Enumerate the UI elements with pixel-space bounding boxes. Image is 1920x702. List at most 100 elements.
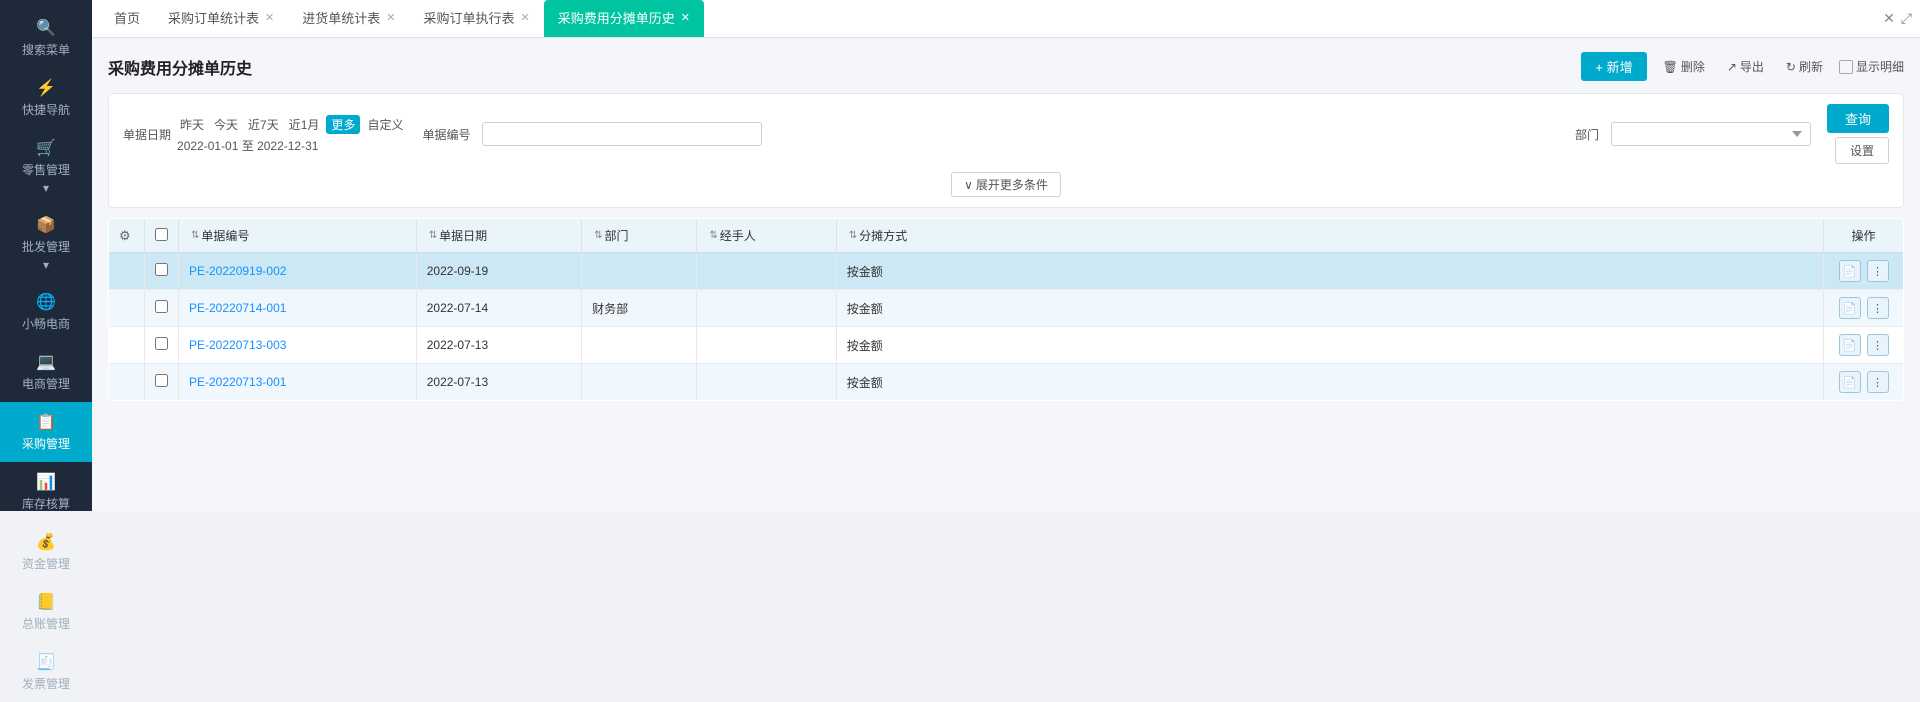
tab-close-purchase-exec[interactable]: ✕: [521, 11, 530, 24]
shortcut-1month[interactable]: 近1月: [286, 115, 323, 134]
th-split-method: ⇅ 分摊方式: [836, 219, 1823, 253]
th-doc-no-sort-icon: ⇅: [191, 230, 199, 241]
row-split-2: 按金额: [836, 290, 1823, 327]
filter-dept-field: 部门 财务部: [1575, 122, 1811, 146]
row-handler-3: [697, 327, 836, 364]
row-edit-2[interactable]: 📄: [1839, 297, 1861, 319]
sidebar-item-inventory[interactable]: 📊 库存核算: [0, 462, 92, 522]
tab-home[interactable]: 首页: [100, 0, 154, 37]
row-docno-link-1[interactable]: PE-20220919-002: [189, 264, 286, 278]
row-checkbox-cell: [145, 290, 179, 327]
filter-row: 单据日期 昨天 今天 近7天 近1月 更多 自定义 2022-01-01 至 2…: [123, 104, 1889, 164]
settings-button[interactable]: 设置: [1835, 137, 1889, 164]
shortcut-7days[interactable]: 近7天: [245, 115, 282, 134]
settings-gear-icon[interactable]: ⚙: [119, 228, 131, 243]
row-settings: [109, 253, 145, 290]
inventory-icon: 📊: [36, 472, 56, 492]
page-title: 采购费用分摊单历史: [108, 55, 252, 79]
th-handler: ⇅ 经手人: [697, 219, 836, 253]
delete-button[interactable]: 🗑 删除: [1657, 55, 1711, 78]
shortcut-yesterday[interactable]: 昨天: [177, 115, 207, 134]
select-all-checkbox[interactable]: [155, 228, 168, 241]
expand-more-button[interactable]: ∨ 展开更多条件: [951, 172, 1061, 197]
row-edit-3[interactable]: 📄: [1839, 334, 1861, 356]
row-more-2[interactable]: ⋮: [1867, 297, 1889, 319]
th-dept: ⇅ 部门: [582, 219, 697, 253]
row-docno-link-3[interactable]: PE-20220713-003: [189, 338, 286, 352]
retail-icon: 🛒: [36, 138, 56, 158]
row-edit-1[interactable]: 📄: [1839, 260, 1861, 282]
th-doc-date: ⇅ 单据日期: [416, 219, 581, 253]
row-ops-1: 📄 ⋮: [1824, 253, 1904, 290]
shortcut-more[interactable]: 更多: [326, 115, 360, 134]
filter-area: 单据日期 昨天 今天 近7天 近1月 更多 自定义 2022-01-01 至 2…: [108, 93, 1904, 208]
row-checkbox-cell: [145, 253, 179, 290]
date-label: 单据日期: [123, 126, 171, 143]
row-split-1: 按金额: [836, 253, 1823, 290]
shortcut-today[interactable]: 今天: [211, 115, 241, 134]
query-button[interactable]: 查询: [1827, 104, 1889, 133]
row-docno-3: PE-20220713-003: [179, 327, 417, 364]
table-row: PE-20220714-001 2022-07-14 财务部 按金额 📄 ⋮: [109, 290, 1904, 327]
row-checkbox-4[interactable]: [155, 374, 168, 387]
table-row: PE-20220713-001 2022-07-13 按金额 📄 ⋮: [109, 364, 1904, 401]
row-checkbox-3[interactable]: [155, 337, 168, 350]
row-checkbox-cell: [145, 327, 179, 364]
sidebar-item-invoice[interactable]: 🧾 发票管理: [0, 642, 92, 702]
sidebar-item-finance[interactable]: 💰 资金管理: [0, 522, 92, 582]
show-cols-checkbox[interactable]: [1839, 60, 1853, 74]
refresh-button[interactable]: ↻ 刷新: [1780, 55, 1829, 78]
th-doc-no: ⇅ 单据编号: [179, 219, 417, 253]
row-checkbox-1[interactable]: [155, 263, 168, 276]
tab-close-all[interactable]: ✕: [1883, 10, 1895, 27]
tab-expand[interactable]: ⤢: [1901, 10, 1912, 27]
tab-purchase-exec[interactable]: 采购订单执行表 ✕: [409, 0, 543, 37]
sidebar-item-quicknav[interactable]: ⚡ 快捷导航: [0, 68, 92, 128]
sidebar-item-ecom[interactable]: 💻 电商管理: [0, 342, 92, 402]
sidebar-item-retail[interactable]: 🛒 零售管理 ▾: [0, 128, 92, 205]
export-button[interactable]: ↗ 导出: [1721, 55, 1770, 78]
row-ops-4: 📄 ⋮: [1824, 364, 1904, 401]
docno-input[interactable]: [482, 122, 762, 146]
sidebar-item-search[interactable]: 🔍 搜索菜单: [0, 8, 92, 68]
row-date-4: 2022-07-13: [416, 364, 581, 401]
row-split-3: 按金额: [836, 327, 1823, 364]
tab-close-incoming-stat[interactable]: ✕: [386, 11, 395, 24]
row-checkbox-2[interactable]: [155, 300, 168, 313]
row-more-1[interactable]: ⋮: [1867, 260, 1889, 282]
th-dept-sort-icon: ⇅: [594, 230, 602, 241]
row-docno-link-4[interactable]: PE-20220713-001: [189, 375, 286, 389]
date-shortcuts: 昨天 今天 近7天 近1月 更多 自定义 2022-01-01 至 2022-1…: [177, 115, 406, 154]
th-ops: 操作: [1824, 219, 1904, 253]
page-content: 采购费用分摊单历史 + 新增 🗑 删除 ↗ 导出 ↻ 刷新 显示明细: [92, 38, 1920, 511]
filter-docno-field: 单据编号: [422, 122, 1559, 146]
export-icon: ↗: [1727, 60, 1737, 74]
sidebar-item-ledger[interactable]: 📒 总账管理: [0, 582, 92, 642]
tab-close-purchase-cost-history[interactable]: ✕: [681, 11, 690, 24]
add-button[interactable]: + 新增: [1581, 52, 1646, 81]
dept-select[interactable]: 财务部: [1611, 122, 1811, 146]
th-doc-date-sort-icon: ⇅: [429, 230, 437, 241]
sidebar-item-purchase[interactable]: 📋 采购管理: [0, 402, 92, 462]
row-more-3[interactable]: ⋮: [1867, 334, 1889, 356]
docno-label: 单据编号: [422, 126, 470, 143]
tab-close-purchase-order-stat[interactable]: ✕: [265, 11, 274, 24]
row-checkbox-cell: [145, 364, 179, 401]
tab-incoming-stat[interactable]: 进货单统计表 ✕: [288, 0, 409, 37]
row-docno-link-2[interactable]: PE-20220714-001: [189, 301, 286, 315]
row-edit-4[interactable]: 📄: [1839, 371, 1861, 393]
row-more-4[interactable]: ⋮: [1867, 371, 1889, 393]
th-handler-sort-icon: ⇅: [709, 230, 717, 241]
shortcut-custom[interactable]: 自定义: [364, 115, 406, 134]
row-split-4: 按金额: [836, 364, 1823, 401]
tab-purchase-order-stat[interactable]: 采购订单统计表 ✕: [154, 0, 288, 37]
table-row: PE-20220919-002 2022-09-19 按金额 📄 ⋮: [109, 253, 1904, 290]
row-docno-2: PE-20220714-001: [179, 290, 417, 327]
tab-purchase-cost-history[interactable]: 采购费用分摊单历史 ✕: [544, 0, 704, 37]
sidebar-item-wholesale[interactable]: 📦 批发管理 ▾: [0, 205, 92, 282]
row-handler-4: [697, 364, 836, 401]
sidebar-item-ecom-small[interactable]: 🌐 小畅电商: [0, 282, 92, 342]
invoice-icon: 🧾: [36, 652, 56, 672]
show-cols-toggle[interactable]: 显示明细: [1839, 58, 1904, 75]
toolbar: + 新增 🗑 删除 ↗ 导出 ↻ 刷新 显示明细: [1581, 52, 1904, 81]
